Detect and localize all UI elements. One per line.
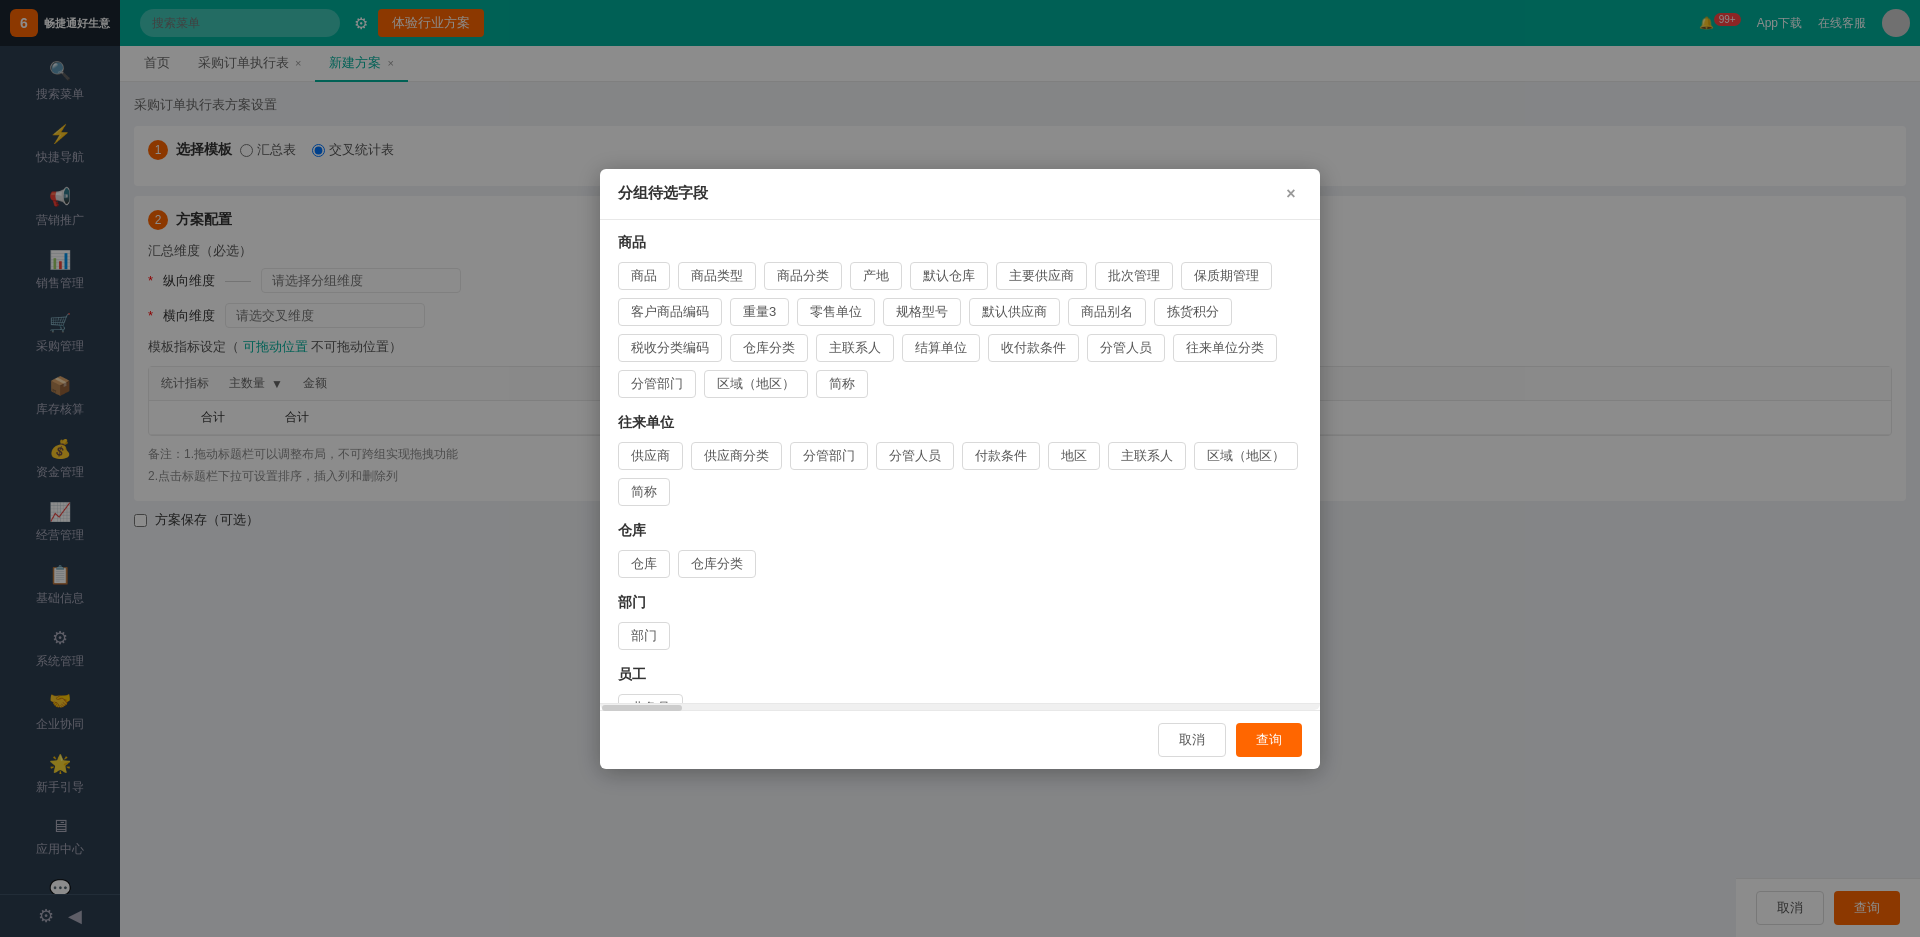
- field-tag[interactable]: 产地: [850, 262, 902, 290]
- dialog-title: 分组待选字段: [618, 184, 708, 203]
- field-tag[interactable]: 简称: [618, 478, 670, 506]
- field-tag[interactable]: 商品: [618, 262, 670, 290]
- field-tag[interactable]: 往来单位分类: [1173, 334, 1277, 362]
- field-tags: 供应商供应商分类分管部门分管人员付款条件地区主联系人区域（地区） 简称: [618, 442, 1302, 506]
- field-tag[interactable]: 仓库分类: [730, 334, 808, 362]
- field-group-title: 员工: [618, 666, 1302, 684]
- dialog-close-button[interactable]: ×: [1280, 183, 1302, 205]
- field-tag[interactable]: 主要供应商: [996, 262, 1087, 290]
- field-tag[interactable]: 分管部门: [618, 370, 696, 398]
- field-tag[interactable]: 商品分类: [764, 262, 842, 290]
- dialog-body: 商品商品商品类型商品分类产地默认仓库主要供应商批次管理保质期管理客户商品编码重量…: [600, 220, 1320, 704]
- field-tag[interactable]: 零售单位: [797, 298, 875, 326]
- field-tag[interactable]: 供应商分类: [691, 442, 782, 470]
- field-tag[interactable]: 分管人员: [876, 442, 954, 470]
- modal-overlay: 分组待选字段 × 商品商品商品类型商品分类产地默认仓库主要供应商批次管理保质期管…: [0, 0, 1920, 937]
- field-tag[interactable]: 区域（地区）: [704, 370, 808, 398]
- field-tag[interactable]: 批次管理: [1095, 262, 1173, 290]
- field-select-dialog: 分组待选字段 × 商品商品商品类型商品分类产地默认仓库主要供应商批次管理保质期管…: [600, 169, 1320, 769]
- field-tags: 商品商品类型商品分类产地默认仓库主要供应商批次管理保质期管理客户商品编码重量3 零…: [618, 262, 1302, 398]
- field-group-往来单位: 往来单位供应商供应商分类分管部门分管人员付款条件地区主联系人区域（地区） 简称: [618, 414, 1302, 506]
- dialog-cancel-button[interactable]: 取消: [1158, 723, 1226, 757]
- dialog-header: 分组待选字段 ×: [600, 169, 1320, 220]
- field-tag[interactable]: 商品别名: [1068, 298, 1146, 326]
- field-group-title: 商品: [618, 234, 1302, 252]
- field-tag[interactable]: 付款条件: [962, 442, 1040, 470]
- field-tags: 业务员: [618, 694, 1302, 704]
- field-tag[interactable]: 部门: [618, 622, 670, 650]
- field-group-商品: 商品商品商品类型商品分类产地默认仓库主要供应商批次管理保质期管理客户商品编码重量…: [618, 234, 1302, 398]
- field-tag[interactable]: 商品类型: [678, 262, 756, 290]
- dialog-footer: 取消 查询: [600, 710, 1320, 769]
- field-tag[interactable]: 区域（地区）: [1194, 442, 1298, 470]
- field-tag[interactable]: 结算单位: [902, 334, 980, 362]
- field-tag[interactable]: 供应商: [618, 442, 683, 470]
- field-tag[interactable]: 默认仓库: [910, 262, 988, 290]
- field-group-title: 往来单位: [618, 414, 1302, 432]
- field-tag[interactable]: 地区: [1048, 442, 1100, 470]
- field-tag[interactable]: 默认供应商: [969, 298, 1060, 326]
- field-tag[interactable]: 保质期管理: [1181, 262, 1272, 290]
- field-tag[interactable]: 重量3: [730, 298, 789, 326]
- field-group-部门: 部门部门: [618, 594, 1302, 650]
- field-tag[interactable]: 主联系人: [1108, 442, 1186, 470]
- field-group-仓库: 仓库仓库仓库分类: [618, 522, 1302, 578]
- dialog-scrollbar-h: [600, 703, 1320, 709]
- field-tag[interactable]: 业务员: [618, 694, 683, 704]
- field-tag[interactable]: 拣货积分: [1154, 298, 1232, 326]
- field-tag[interactable]: 客户商品编码: [618, 298, 722, 326]
- field-tag[interactable]: 主联系人: [816, 334, 894, 362]
- field-group-员工: 员工业务员: [618, 666, 1302, 704]
- field-tag[interactable]: 仓库分类: [678, 550, 756, 578]
- field-group-title: 仓库: [618, 522, 1302, 540]
- field-tag[interactable]: 规格型号: [883, 298, 961, 326]
- field-tag[interactable]: 税收分类编码: [618, 334, 722, 362]
- field-tags: 部门: [618, 622, 1302, 650]
- field-tag[interactable]: 简称: [816, 370, 868, 398]
- field-group-title: 部门: [618, 594, 1302, 612]
- field-tag[interactable]: 收付款条件: [988, 334, 1079, 362]
- dialog-confirm-button[interactable]: 查询: [1236, 723, 1302, 757]
- scrollbar-thumb: [602, 705, 682, 711]
- field-tags: 仓库仓库分类: [618, 550, 1302, 578]
- field-tag[interactable]: 仓库: [618, 550, 670, 578]
- field-tag[interactable]: 分管部门: [790, 442, 868, 470]
- field-tag[interactable]: 分管人员: [1087, 334, 1165, 362]
